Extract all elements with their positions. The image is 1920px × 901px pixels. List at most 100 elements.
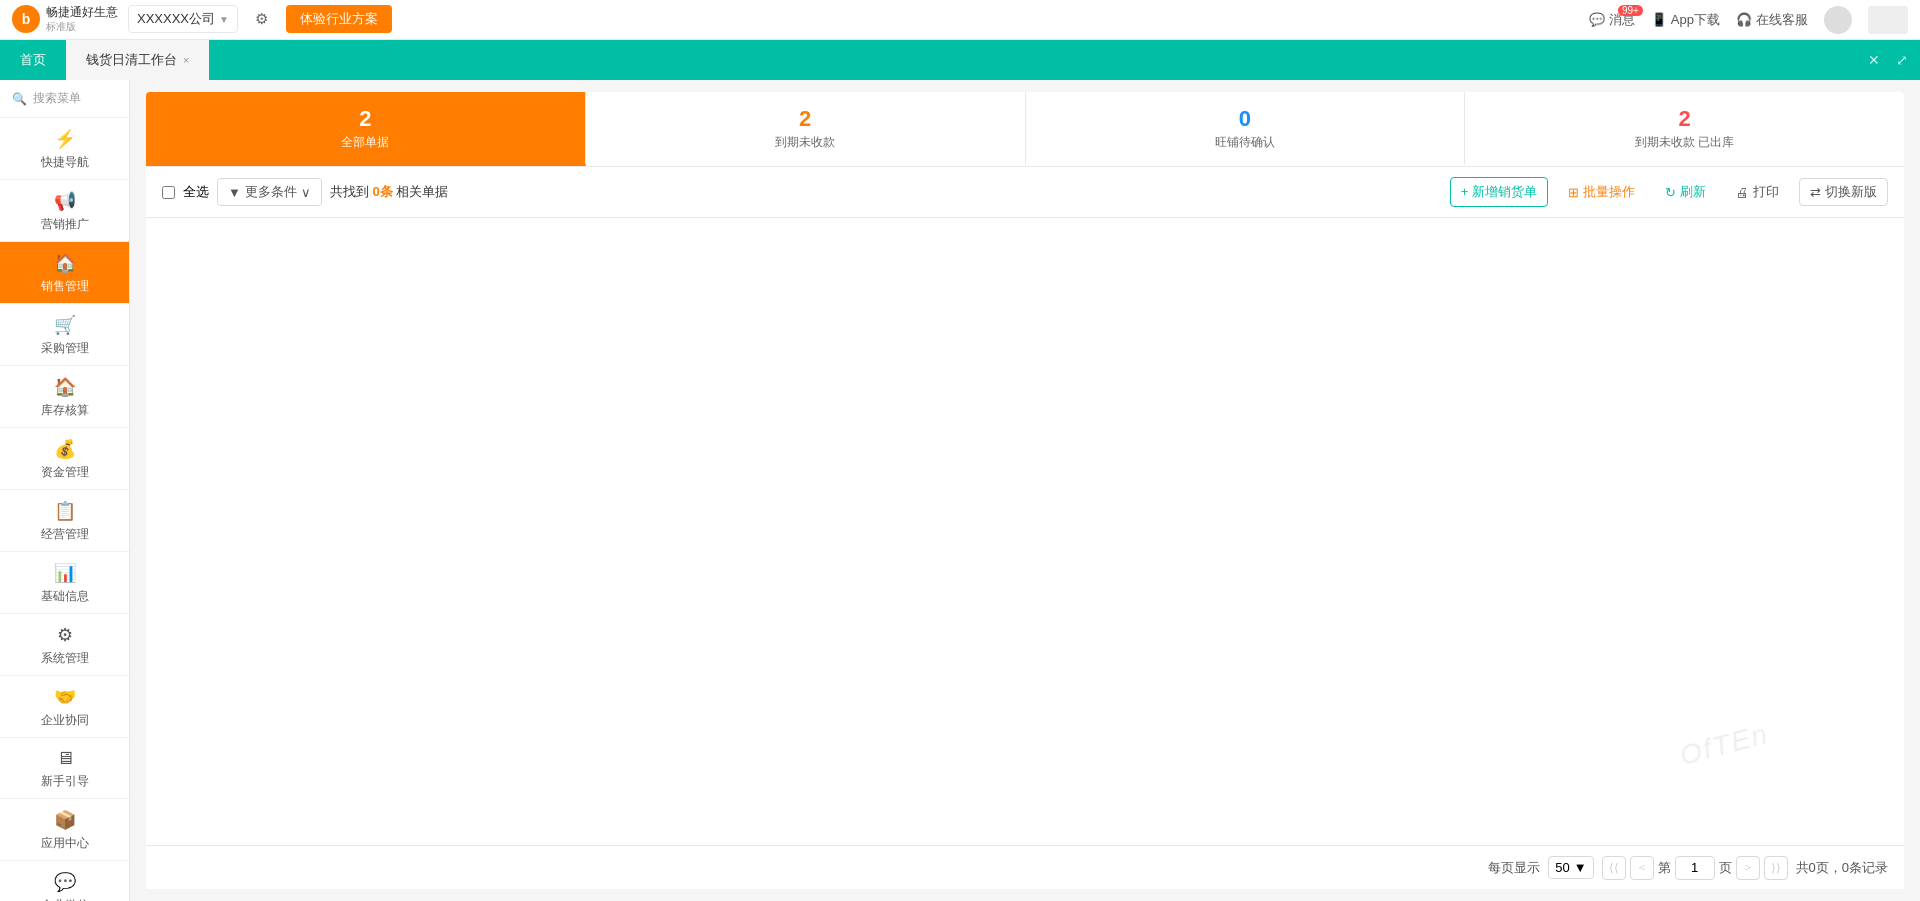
message-button[interactable]: 💬 消息 99+ [1589, 11, 1635, 29]
found-text: 共找到 0条 相关单据 [330, 183, 448, 201]
inventory-icon: 🏠 [54, 376, 76, 398]
summary-num-pending: 0 [1042, 106, 1449, 132]
tab-home[interactable]: 首页 [0, 40, 66, 80]
per-page-label: 每页显示 [1488, 859, 1540, 877]
sidebar-item-label: 应用中心 [41, 835, 89, 852]
content-area: 2 全部单据 2 到期未收款 0 旺铺待确认 2 到期未收款 已出库 全选 [130, 80, 1920, 901]
sidebar-item-inventory[interactable]: 🏠 库存核算 [0, 366, 129, 428]
toolbar-right: + 新增销货单 ⊞ 批量操作 ↻ 刷新 🖨 打印 ⇄ 切换新版 [1450, 177, 1888, 207]
maximize-icon[interactable]: ⤢ [1892, 48, 1912, 72]
top-bar-right: 💬 消息 99+ 📱 App下载 🎧 在线客服 [1589, 6, 1908, 34]
next-page-button[interactable]: ＞ [1736, 856, 1760, 880]
sidebar-item-purchase[interactable]: 🛒 采购管理 [0, 304, 129, 366]
summary-card-all[interactable]: 2 全部单据 [146, 92, 586, 166]
sales-icon: 🏠 [54, 252, 76, 274]
sidebar-item-wechat[interactable]: 💬 企业微信 [0, 861, 129, 901]
sidebar-item-label: 新手引导 [41, 773, 89, 790]
sidebar-item-label: 基础信息 [41, 588, 89, 605]
toolbar: 全选 ▼ 更多条件 ∨ 共找到 0条 相关单据 + 新增销货单 ⊞ 批量操作 [146, 167, 1904, 218]
operations-icon: 📋 [54, 500, 76, 522]
sidebar-search[interactable]: 🔍 搜索菜单 [0, 80, 129, 118]
sidebar-item-basic-info[interactable]: 📊 基础信息 [0, 552, 129, 614]
sidebar-item-label: 采购管理 [41, 340, 89, 357]
nav-tabs: 首页 钱货日清工作台 × ✕ ⤢ [0, 40, 1920, 80]
avatar[interactable] [1824, 6, 1852, 34]
tab-close-icon[interactable]: × [183, 54, 189, 66]
cooperation-icon: 🤝 [54, 686, 76, 708]
system-icon: ⚙ [57, 624, 73, 646]
per-page-select[interactable]: 50 ▼ [1548, 856, 1593, 879]
guide-icon: 🖥 [56, 748, 74, 769]
found-suffix: 相关单据 [396, 184, 448, 199]
page-input[interactable] [1675, 856, 1715, 880]
top-bar-left: b 畅捷通好生意 标准版 XXXXXX公司 ▼ ⚙ 体验行业方案 [12, 5, 392, 33]
toolbar-left: 全选 ▼ 更多条件 ∨ 共找到 0条 相关单据 [162, 178, 1442, 206]
sidebar-item-cooperation[interactable]: 🤝 企业协同 [0, 676, 129, 738]
app-download-label: App下载 [1671, 11, 1720, 29]
trial-button[interactable]: 体验行业方案 [286, 5, 392, 33]
sidebar-item-quick-nav[interactable]: ⚡ 快捷导航 [0, 118, 129, 180]
summary-card-pending[interactable]: 0 旺铺待确认 [1026, 92, 1466, 166]
summary-card-overdue[interactable]: 2 到期未收款 [586, 92, 1026, 166]
sidebar-item-marketing[interactable]: 📢 营销推广 [0, 180, 129, 242]
refresh-button[interactable]: ↻ 刷新 [1655, 178, 1716, 206]
message-icon: 💬 [1589, 12, 1605, 27]
message-badge: 99+ [1618, 5, 1643, 16]
tab-active[interactable]: 钱货日清工作台 × [66, 40, 209, 80]
sidebar-item-app-center[interactable]: 📦 应用中心 [0, 799, 129, 861]
print-icon: 🖨 [1736, 185, 1749, 200]
search-icon: 🔍 [12, 92, 27, 106]
sidebar-item-system[interactable]: ⚙ 系统管理 [0, 614, 129, 676]
filter-icon: ▼ [228, 185, 241, 200]
marketing-icon: 📢 [54, 190, 76, 212]
last-page-button[interactable]: ⟩⟩ [1764, 856, 1788, 880]
summary-label-shipped: 到期未收款 已出库 [1481, 134, 1888, 151]
first-page-button[interactable]: ⟨⟨ [1602, 856, 1626, 880]
filter-button[interactable]: ▼ 更多条件 ∨ [217, 178, 322, 206]
sidebar-item-sales[interactable]: 🏠 销售管理 [0, 242, 129, 304]
found-prefix: 共找到 [330, 184, 369, 199]
print-button[interactable]: 🖨 打印 [1726, 178, 1789, 206]
summary-label-all: 全部单据 [162, 134, 569, 151]
page-suffix: 页 [1719, 859, 1732, 877]
basic-info-icon: 📊 [54, 562, 76, 584]
select-all-label: 全选 [183, 183, 209, 201]
purchase-icon: 🛒 [54, 314, 76, 336]
user-name-area[interactable] [1868, 6, 1908, 34]
quick-nav-icon: ⚡ [54, 128, 76, 150]
service-icon: 🎧 [1736, 12, 1752, 27]
finance-icon: 💰 [54, 438, 76, 460]
sidebar-item-guide[interactable]: 🖥 新手引导 [0, 738, 129, 799]
company-selector[interactable]: XXXXXX公司 ▼ [128, 5, 238, 33]
top-bar: b 畅捷通好生意 标准版 XXXXXX公司 ▼ ⚙ 体验行业方案 💬 消息 99… [0, 0, 1920, 40]
table-empty [146, 218, 1904, 618]
select-all-checkbox[interactable] [162, 186, 175, 199]
main-layout: 🔍 搜索菜单 ⚡ 快捷导航 📢 营销推广 🏠 销售管理 🛒 采购管理 🏠 库存核… [0, 80, 1920, 901]
add-sales-order-button[interactable]: + 新增销货单 [1450, 177, 1548, 207]
summary-label-overdue: 到期未收款 [602, 134, 1009, 151]
sidebar-item-finance[interactable]: 💰 资金管理 [0, 428, 129, 490]
chevron-down-icon: ▼ [219, 14, 229, 25]
sidebar: 🔍 搜索菜单 ⚡ 快捷导航 📢 营销推广 🏠 销售管理 🛒 采购管理 🏠 库存核… [0, 80, 130, 901]
prev-page-button[interactable]: ＜ [1630, 856, 1654, 880]
refresh-label: 刷新 [1680, 183, 1706, 201]
logo-area: b 畅捷通好生意 标准版 [12, 5, 118, 33]
summary-num-shipped: 2 [1481, 106, 1888, 132]
batch-operation-button[interactable]: ⊞ 批量操作 [1558, 178, 1645, 206]
switch-version-button[interactable]: ⇄ 切换新版 [1799, 178, 1888, 206]
sidebar-item-label: 系统管理 [41, 650, 89, 667]
summary-num-overdue: 2 [602, 106, 1009, 132]
online-service-button[interactable]: 🎧 在线客服 [1736, 11, 1808, 29]
summary-card-shipped[interactable]: 2 到期未收款 已出库 [1465, 92, 1904, 166]
page-label: 第 [1658, 859, 1671, 877]
app-download-button[interactable]: 📱 App下载 [1651, 11, 1720, 29]
sidebar-item-label: 经营管理 [41, 526, 89, 543]
pagination: 每页显示 50 ▼ ⟨⟨ ＜ 第 页 ＞ ⟩⟩ 共0页，0条记录 [146, 845, 1904, 889]
download-icon: 📱 [1651, 12, 1667, 27]
settings-icon[interactable]: ⚙ [248, 5, 276, 33]
nav-tabs-actions: ✕ ⤢ [1864, 48, 1920, 72]
close-window-icon[interactable]: ✕ [1864, 48, 1884, 72]
sidebar-item-label: 库存核算 [41, 402, 89, 419]
sidebar-item-operations[interactable]: 📋 经营管理 [0, 490, 129, 552]
logo-text: 畅捷通好生意 [46, 5, 118, 19]
